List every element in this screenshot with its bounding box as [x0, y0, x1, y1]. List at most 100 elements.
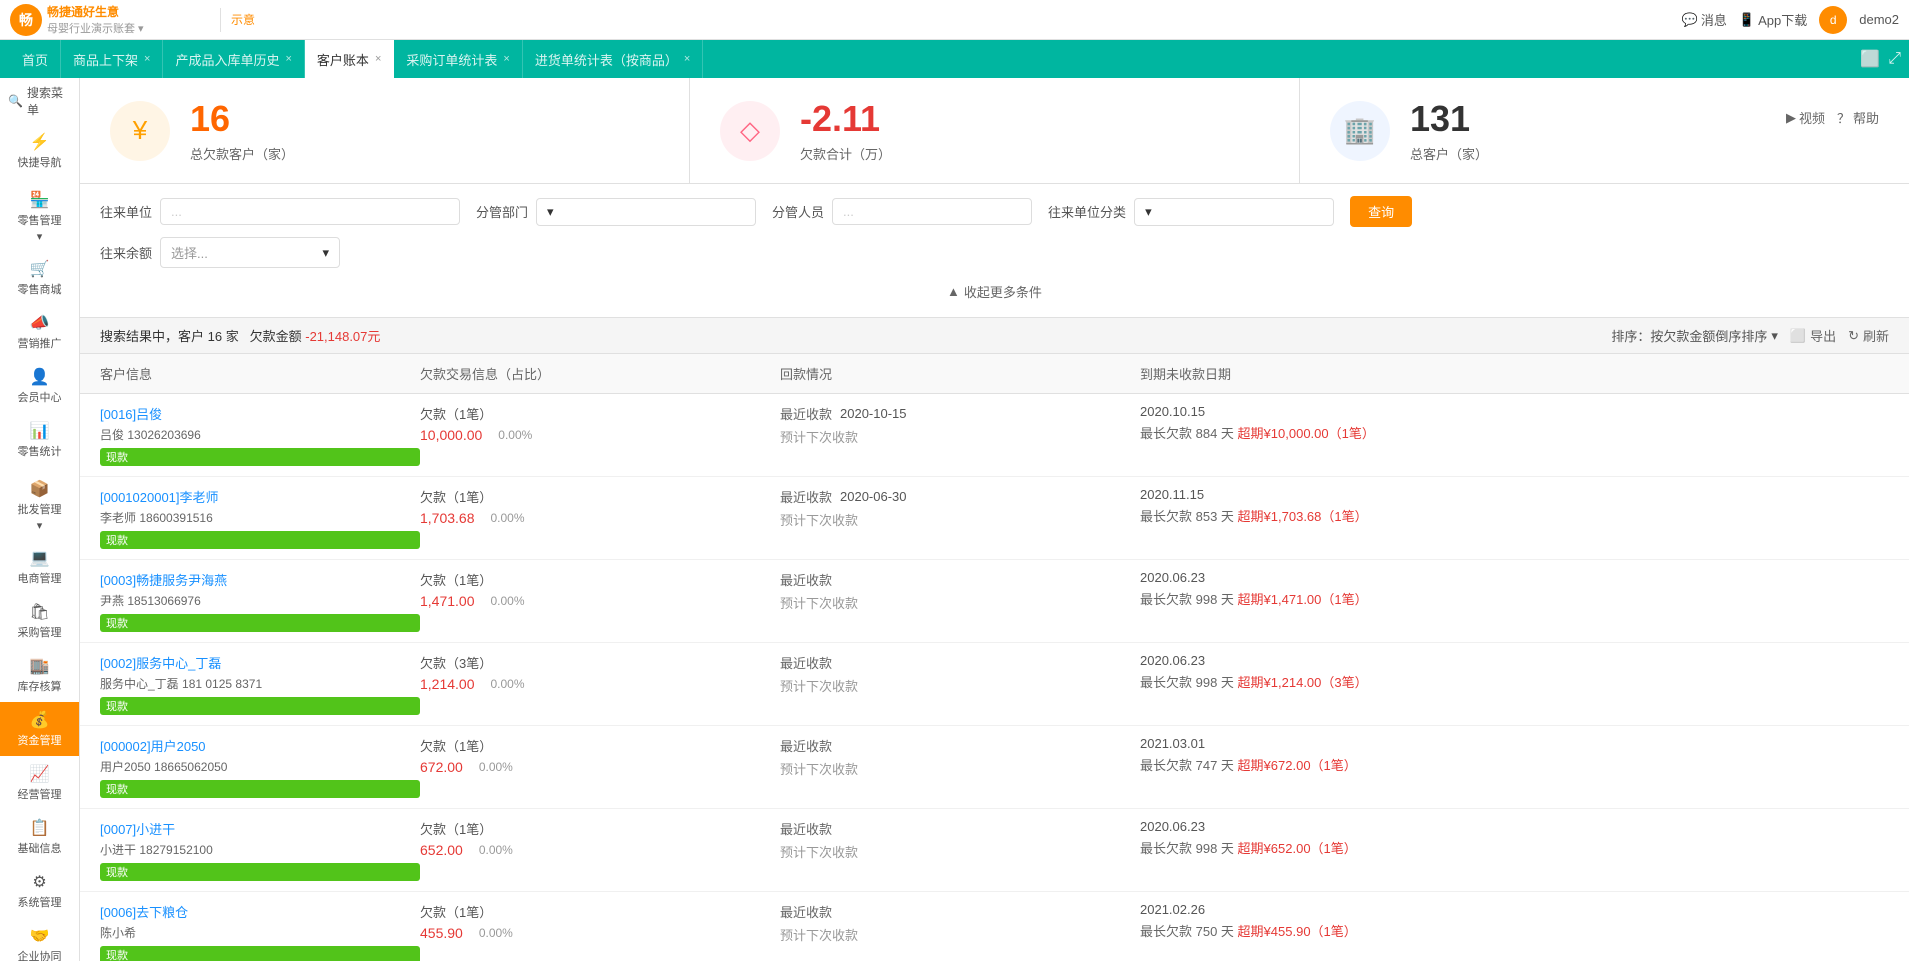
tab-customer-ledger[interactable]: 客户账本 ×: [305, 40, 394, 78]
sidebar-item-enterprise[interactable]: 🤝 企业协同: [0, 918, 79, 961]
table-row: [0007]小进干 小进干 18279152100 现款 欠款（1笔） 652.…: [80, 809, 1909, 892]
customer-name-1[interactable]: [0001020001]李老师: [100, 487, 420, 506]
main-layout: 🔍 搜索菜单 ⚡ 快捷导航 🏪 零售管理 ▾ 🛒 零售商城 📣 营销推广: [0, 78, 1909, 961]
query-button[interactable]: 查询: [1350, 196, 1412, 227]
tab-home-label: 首页: [22, 50, 48, 69]
filter-manager: 分管人员 ...: [772, 198, 1032, 225]
brand-dropdown-icon[interactable]: ▾: [138, 22, 144, 35]
sidebar-item-business[interactable]: 📈 经营管理: [0, 756, 79, 810]
tab-expand-btn[interactable]: ⤢: [1888, 50, 1901, 68]
sidebar-item-retail-mgmt[interactable]: 🏪 零售管理 ▾: [0, 182, 79, 251]
recovery-next-6: 预计下次收款: [780, 925, 858, 944]
overdue-amount-2[interactable]: 超期¥1,471.00（1笔）: [1238, 592, 1368, 607]
member-icon: 👤: [30, 367, 50, 387]
export-btn[interactable]: ⬜ 导出: [1790, 326, 1836, 345]
debt-info-2: 欠款（1笔） 1,471.00 0.00%: [420, 570, 780, 609]
sort-btn[interactable]: 排序：按欠款金额倒序排序 ▾: [1611, 326, 1778, 345]
user-avatar: d: [1819, 6, 1847, 34]
customer-name-4[interactable]: [000002]用户2050: [100, 736, 420, 755]
refresh-btn[interactable]: ↻ 刷新: [1848, 326, 1889, 345]
customer-detail-4: 用户2050 18665062050: [100, 758, 420, 775]
sidebar-item-sys-mgmt[interactable]: ⚙ 系统管理: [0, 864, 79, 918]
message-btn[interactable]: 💬 消息: [1682, 10, 1727, 29]
tab-purchase-stat-close[interactable]: ×: [684, 53, 690, 65]
tab-purchase-stat[interactable]: 进货单统计表（按商品） ×: [523, 40, 703, 78]
app-container: 畅 畅捷通好生意 母婴行业演示账套 ▾ 示意 💬 消息 📱 App下载 d de…: [0, 0, 1909, 961]
filter-from-unit-input[interactable]: ...: [160, 198, 460, 225]
sidebar-item-finance[interactable]: 💰 资金管理: [0, 702, 79, 756]
stat-card-total-customers: 🏢 131 总客户（家） ▶ 视频 ？ 帮助: [1300, 78, 1909, 183]
overdue-amount-6[interactable]: 超期¥455.90（1笔）: [1238, 924, 1357, 939]
stat-info-debt: -2.11 欠款合计（万）: [800, 98, 891, 163]
filter-unit-class: 往来单位分类 ▾: [1048, 198, 1334, 226]
tab-purchase-order[interactable]: 采购订单统计表 ×: [394, 40, 522, 78]
sidebar-item-ecomm[interactable]: 💻 电商管理: [0, 540, 79, 594]
recovery-label-0: 最近收款: [780, 404, 832, 423]
divider: [220, 8, 221, 32]
overdue-info-0: 2020.10.15 最长欠款 884 天 超期¥10,000.00（1笔）: [1140, 404, 1889, 442]
sidebar-item-inventory[interactable]: 🏬 库存核算: [0, 648, 79, 702]
filter-row-1: 往来单位 ... 分管部门 ▾ 分管人员 ...: [100, 196, 1889, 227]
sidebar-item-purchase[interactable]: 🛍 采购管理: [0, 594, 79, 648]
video-help-btn[interactable]: ▶ 视频: [1786, 108, 1825, 127]
tab-product-listing-close[interactable]: ×: [144, 53, 150, 65]
customer-name-2[interactable]: [0003]畅捷服务尹海燕: [100, 570, 420, 589]
app-download-btn[interactable]: 📱 App下载: [1739, 10, 1807, 29]
table-header: 客户信息 欠款交易信息（占比） 回款情况 到期未收款日期: [80, 354, 1909, 394]
tab-product-listing[interactable]: 商品上下架 ×: [61, 40, 163, 78]
debt-pct-3: 0.00%: [491, 677, 525, 691]
overdue-date-1: 2020.11.15: [1140, 487, 1889, 502]
user-name[interactable]: demo2: [1859, 12, 1899, 27]
filter-from-unit: 往来单位 ...: [100, 198, 460, 225]
filter-unit-class-select[interactable]: ▾: [1134, 198, 1334, 226]
filter-unit-class-dropdown: ▾: [1145, 204, 1152, 220]
sidebar-item-retail-store[interactable]: 🛒 零售商城: [0, 251, 79, 305]
filter-balance-select[interactable]: 选择... ▾: [160, 237, 340, 268]
overdue-amount-1[interactable]: 超期¥1,703.68（1笔）: [1238, 509, 1368, 524]
customer-name-0[interactable]: [0016]吕俊: [100, 404, 420, 423]
brand-name: 畅捷通好生意: [47, 3, 144, 20]
sidebar-item-retail-stat[interactable]: 📊 零售统计: [0, 413, 79, 467]
sidebar-item-base-info[interactable]: 📋 基础信息: [0, 810, 79, 864]
collapse-btn[interactable]: ▲ 收起更多条件: [947, 282, 1042, 301]
debt-amount-1: 1,703.68: [420, 510, 475, 526]
sidebar-search[interactable]: 🔍 搜索菜单: [0, 78, 79, 124]
filter-dept-select[interactable]: ▾: [536, 198, 756, 226]
customer-tag-6: 现款: [100, 946, 420, 961]
sidebar-item-quick-nav[interactable]: ⚡ 快捷导航: [0, 124, 79, 178]
tab-production-history-close[interactable]: ×: [285, 53, 291, 65]
help-btn[interactable]: ？ 帮助: [1837, 108, 1879, 127]
sidebar-item-marketing[interactable]: 📣 营销推广: [0, 305, 79, 359]
tab-home[interactable]: 首页: [10, 40, 61, 78]
tab-production-history[interactable]: 产成品入库单历史 ×: [163, 40, 304, 78]
overdue-amount-0[interactable]: 超期¥10,000.00（1笔）: [1238, 426, 1375, 441]
show-menu-link[interactable]: 示意: [231, 11, 255, 28]
recovery-label-5: 最近收款: [780, 819, 832, 838]
sidebar-item-member[interactable]: 👤 会员中心: [0, 359, 79, 413]
tab-customer-ledger-close[interactable]: ×: [375, 53, 381, 65]
export-label: 导出: [1810, 326, 1836, 345]
brand-sub: 母婴行业演示账套: [47, 20, 135, 36]
filter-manager-input[interactable]: ...: [832, 198, 1032, 225]
tab-purchase-order-close[interactable]: ×: [503, 53, 509, 65]
table-row: [000002]用户2050 用户2050 18665062050 现款 欠款（…: [80, 726, 1909, 809]
filter-from-unit-label: 往来单位: [100, 202, 152, 221]
tab-minimize-btn[interactable]: ⬜: [1860, 49, 1880, 69]
customer-name-5[interactable]: [0007]小进干: [100, 819, 420, 838]
overdue-amount-4[interactable]: 超期¥672.00（1笔）: [1238, 758, 1357, 773]
stat-icon-total: 🏢: [1330, 101, 1390, 161]
stat-label-debt: 欠款合计（万）: [800, 144, 891, 163]
overdue-amount-5[interactable]: 超期¥652.00（1笔）: [1238, 841, 1357, 856]
base-info-icon: 📋: [30, 818, 50, 838]
filter-area: 往来单位 ... 分管部门 ▾ 分管人员 ...: [80, 184, 1909, 318]
brand-text: 畅捷通好生意 母婴行业演示账套 ▾: [47, 3, 144, 36]
overdue-amount-3[interactable]: 超期¥1,214.00（3笔）: [1238, 675, 1368, 690]
customer-name-3[interactable]: [0002]服务中心_丁磊: [100, 653, 420, 672]
customer-tag-4: 现款: [100, 780, 420, 798]
filter-unit-class-label: 往来单位分类: [1048, 202, 1126, 221]
sidebar-retail-stat-label: 零售统计: [18, 443, 62, 459]
customer-detail-3: 服务中心_丁磊 181 0125 8371: [100, 675, 420, 692]
customer-name-6[interactable]: [0006]去下粮仓: [100, 902, 420, 921]
sidebar-item-batch-mgmt[interactable]: 📦 批发管理 ▾: [0, 471, 79, 540]
overdue-date-6: 2021.02.26: [1140, 902, 1889, 917]
